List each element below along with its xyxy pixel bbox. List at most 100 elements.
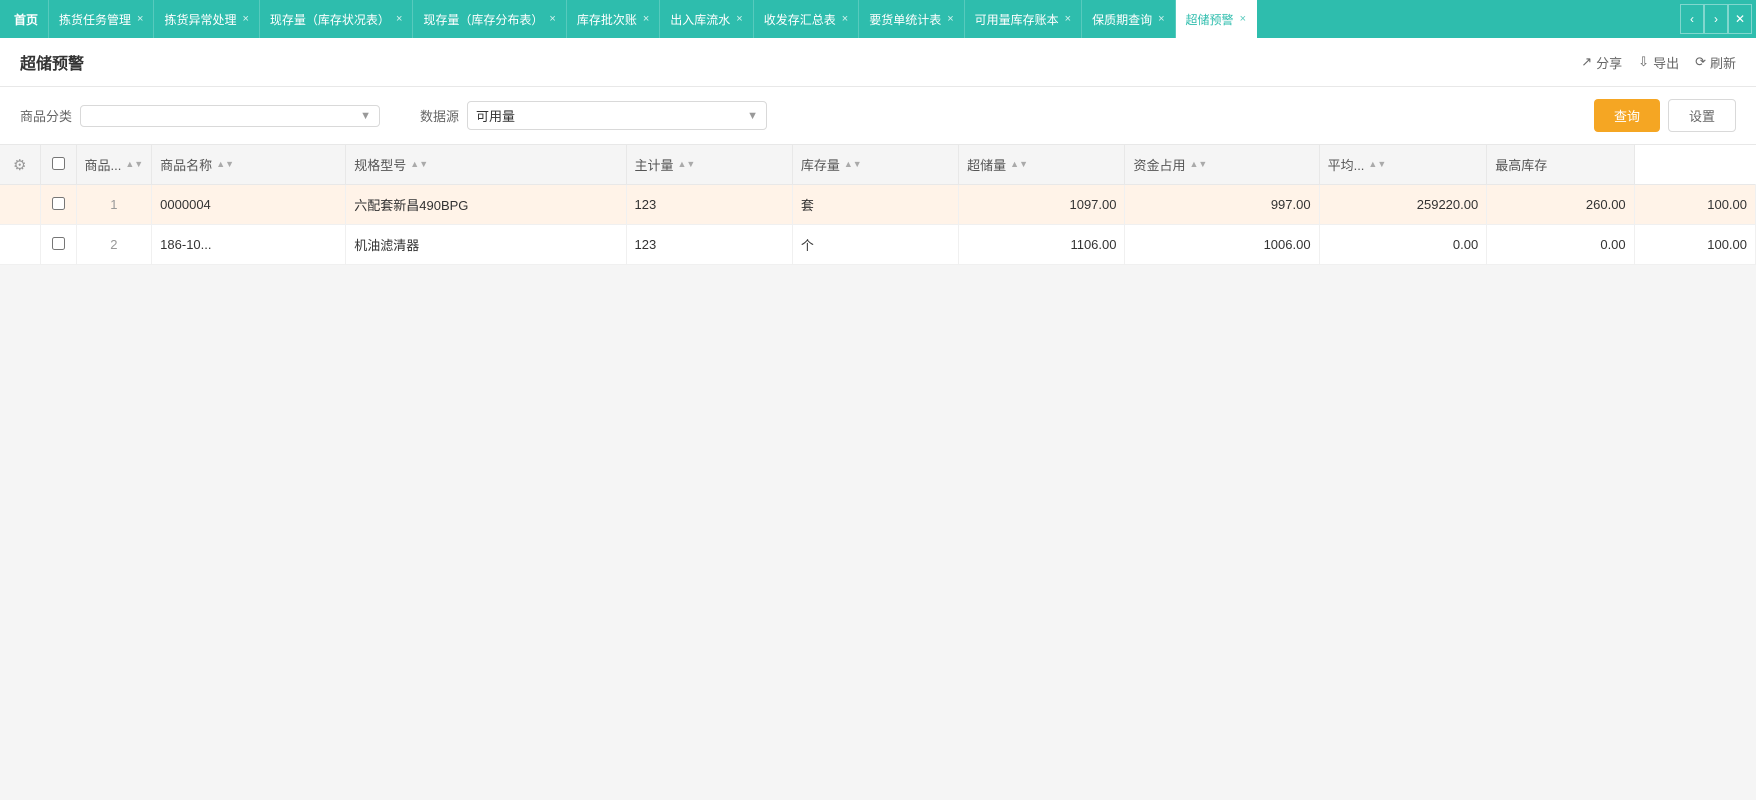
row-checkbox-0[interactable] [52, 197, 65, 210]
share-button[interactable]: ↗ 分享 [1581, 53, 1622, 72]
row-max-stock-0: 100.00 [1634, 185, 1755, 225]
sort-icon-overstock: ▲▼ [1010, 160, 1028, 169]
filter-bar: 商品分类 ▼ 数据源 可用量 ▼ 查询 设置 [0, 87, 1756, 145]
datasource-label: 数据源 [420, 106, 459, 125]
header-actions: ↗ 分享 ⇩ 导出 ⟳ 刷新 [1581, 53, 1736, 72]
nav-tab-label-7: 收发存汇总表 [764, 11, 836, 28]
nav-tab-4[interactable]: 现存量（库存分布表）× [413, 0, 566, 38]
nav-tab-close-11[interactable]: × [1240, 13, 1246, 25]
query-button[interactable]: 查询 [1594, 99, 1660, 132]
row-code-1: 186-10... [152, 225, 346, 265]
top-navigation: 首页拣货任务管理×拣货异常处理×现存量（库存状况表）×现存量（库存分布表）×库存… [0, 0, 1756, 38]
row-unit-1: 个 [792, 225, 958, 265]
export-icon: ⇩ [1638, 54, 1649, 70]
nav-tab-close-5[interactable]: × [643, 13, 649, 25]
table-header-row: ⚙ 商品... ▲▼ 商品名称 ▲▼ [0, 145, 1756, 185]
sort-icon-capital: ▲▼ [1190, 160, 1208, 169]
row-capital-0: 259220.00 [1319, 185, 1487, 225]
nav-tab-label-5: 库存批次账 [577, 11, 637, 28]
row-checkbox-cell-1 [40, 225, 76, 265]
row-spec-0: 123 [626, 185, 792, 225]
nav-tab-close-7[interactable]: × [842, 13, 848, 25]
commodity-select[interactable]: ▼ [80, 105, 380, 127]
th-name[interactable]: 商品名称 ▲▼ [152, 145, 346, 185]
nav-tab-11[interactable]: 超储预警 × [1176, 0, 1257, 38]
row-overstock-1: 1006.00 [1125, 225, 1319, 265]
column-settings-icon[interactable]: ⚙ [13, 157, 26, 174]
nav-tab-0[interactable]: 首页 [4, 0, 49, 38]
nav-tab-9[interactable]: 可用量库存账本 × [965, 0, 1082, 38]
table-row: 2 186-10... 机油滤清器 123 个 1106.00 1006.00 … [0, 225, 1756, 265]
sort-icon-code: ▲▼ [125, 160, 143, 169]
nav-arrow-left[interactable]: ‹ [1680, 4, 1704, 34]
th-code[interactable]: 商品... ▲▼ [76, 145, 152, 185]
row-settings-1 [0, 225, 40, 265]
nav-arrow-right[interactable]: › [1704, 4, 1728, 34]
row-unit-0: 套 [792, 185, 958, 225]
commodity-filter: 商品分类 ▼ [20, 105, 380, 127]
datasource-value: 可用量 [476, 106, 515, 125]
th-overstock[interactable]: 超储量 ▲▼ [959, 145, 1125, 185]
row-checkbox-1[interactable] [52, 237, 65, 250]
nav-tab-label-6: 出入库流水 [670, 11, 730, 28]
nav-tab-6[interactable]: 出入库流水 × [660, 0, 753, 38]
row-name-0: 六配套新昌490BPG [346, 185, 626, 225]
nav-tab-close-4[interactable]: × [549, 13, 555, 25]
sort-icon-stock: ▲▼ [844, 160, 862, 169]
nav-tab-2[interactable]: 拣货异常处理 × [154, 0, 259, 38]
th-settings: ⚙ [0, 145, 40, 185]
th-spec[interactable]: 规格型号 ▲▼ [346, 145, 626, 185]
datasource-filter: 数据源 可用量 ▼ [420, 101, 767, 130]
nav-tab-label-10: 保质期查询 [1092, 11, 1152, 28]
refresh-icon: ⟳ [1695, 54, 1706, 70]
nav-tab-8[interactable]: 要货单统计表 × [859, 0, 964, 38]
row-capital-1: 0.00 [1319, 225, 1487, 265]
export-button[interactable]: ⇩ 导出 [1638, 53, 1679, 72]
th-checkbox [40, 145, 76, 185]
nav-tab-5[interactable]: 库存批次账 × [567, 0, 660, 38]
select-all-checkbox[interactable] [52, 157, 65, 170]
nav-tab-3[interactable]: 现存量（库存状况表）× [260, 0, 413, 38]
row-overstock-0: 997.00 [1125, 185, 1319, 225]
th-max-stock[interactable]: 最高库存 [1487, 145, 1634, 185]
filter-actions: 查询 设置 [1594, 99, 1736, 132]
nav-arrow-close[interactable]: ✕ [1728, 4, 1752, 34]
data-table: ⚙ 商品... ▲▼ 商品名称 ▲▼ [0, 145, 1756, 265]
row-checkbox-cell-0 [40, 185, 76, 225]
nav-tab-label-1: 拣货任务管理 [59, 11, 131, 28]
nav-tab-close-6[interactable]: × [736, 13, 742, 25]
sort-icon-name: ▲▼ [216, 160, 234, 169]
nav-tab-label-0: 首页 [14, 11, 38, 28]
nav-tab-label-2: 拣货异常处理 [164, 11, 236, 28]
nav-tab-1[interactable]: 拣货任务管理 × [49, 0, 154, 38]
page-header: 超储预警 ↗ 分享 ⇩ 导出 ⟳ 刷新 [0, 38, 1756, 87]
nav-tab-close-9[interactable]: × [1065, 13, 1071, 25]
nav-tab-label-11: 超储预警 [1186, 11, 1234, 28]
sort-icon-avg: ▲▼ [1368, 160, 1386, 169]
settings-button[interactable]: 设置 [1668, 99, 1736, 132]
sort-icon-unit: ▲▼ [678, 160, 696, 169]
commodity-label: 商品分类 [20, 106, 72, 125]
share-icon: ↗ [1581, 54, 1592, 70]
nav-tab-close-1[interactable]: × [137, 13, 143, 25]
th-unit[interactable]: 主计量 ▲▼ [626, 145, 792, 185]
th-avg[interactable]: 平均... ▲▼ [1319, 145, 1487, 185]
nav-tab-close-10[interactable]: × [1158, 13, 1164, 25]
datasource-select[interactable]: 可用量 ▼ [467, 101, 767, 130]
row-stock-0: 1097.00 [959, 185, 1125, 225]
nav-tab-7[interactable]: 收发存汇总表 × [754, 0, 859, 38]
nav-tab-close-2[interactable]: × [242, 13, 248, 25]
nav-tab-close-3[interactable]: × [396, 13, 402, 25]
commodity-dropdown-icon: ▼ [360, 110, 371, 122]
row-stock-1: 1106.00 [959, 225, 1125, 265]
refresh-button[interactable]: ⟳ 刷新 [1695, 53, 1736, 72]
datasource-dropdown-icon: ▼ [747, 110, 758, 122]
nav-tab-10[interactable]: 保质期查询 × [1082, 0, 1175, 38]
th-capital[interactable]: 资金占用 ▲▼ [1125, 145, 1319, 185]
nav-tab-close-8[interactable]: × [947, 13, 953, 25]
nav-tab-label-8: 要货单统计表 [869, 11, 941, 28]
sort-icon-spec: ▲▼ [410, 160, 428, 169]
row-avg-0: 260.00 [1487, 185, 1634, 225]
th-stock[interactable]: 库存量 ▲▼ [792, 145, 958, 185]
nav-tab-label-9: 可用量库存账本 [975, 11, 1059, 28]
